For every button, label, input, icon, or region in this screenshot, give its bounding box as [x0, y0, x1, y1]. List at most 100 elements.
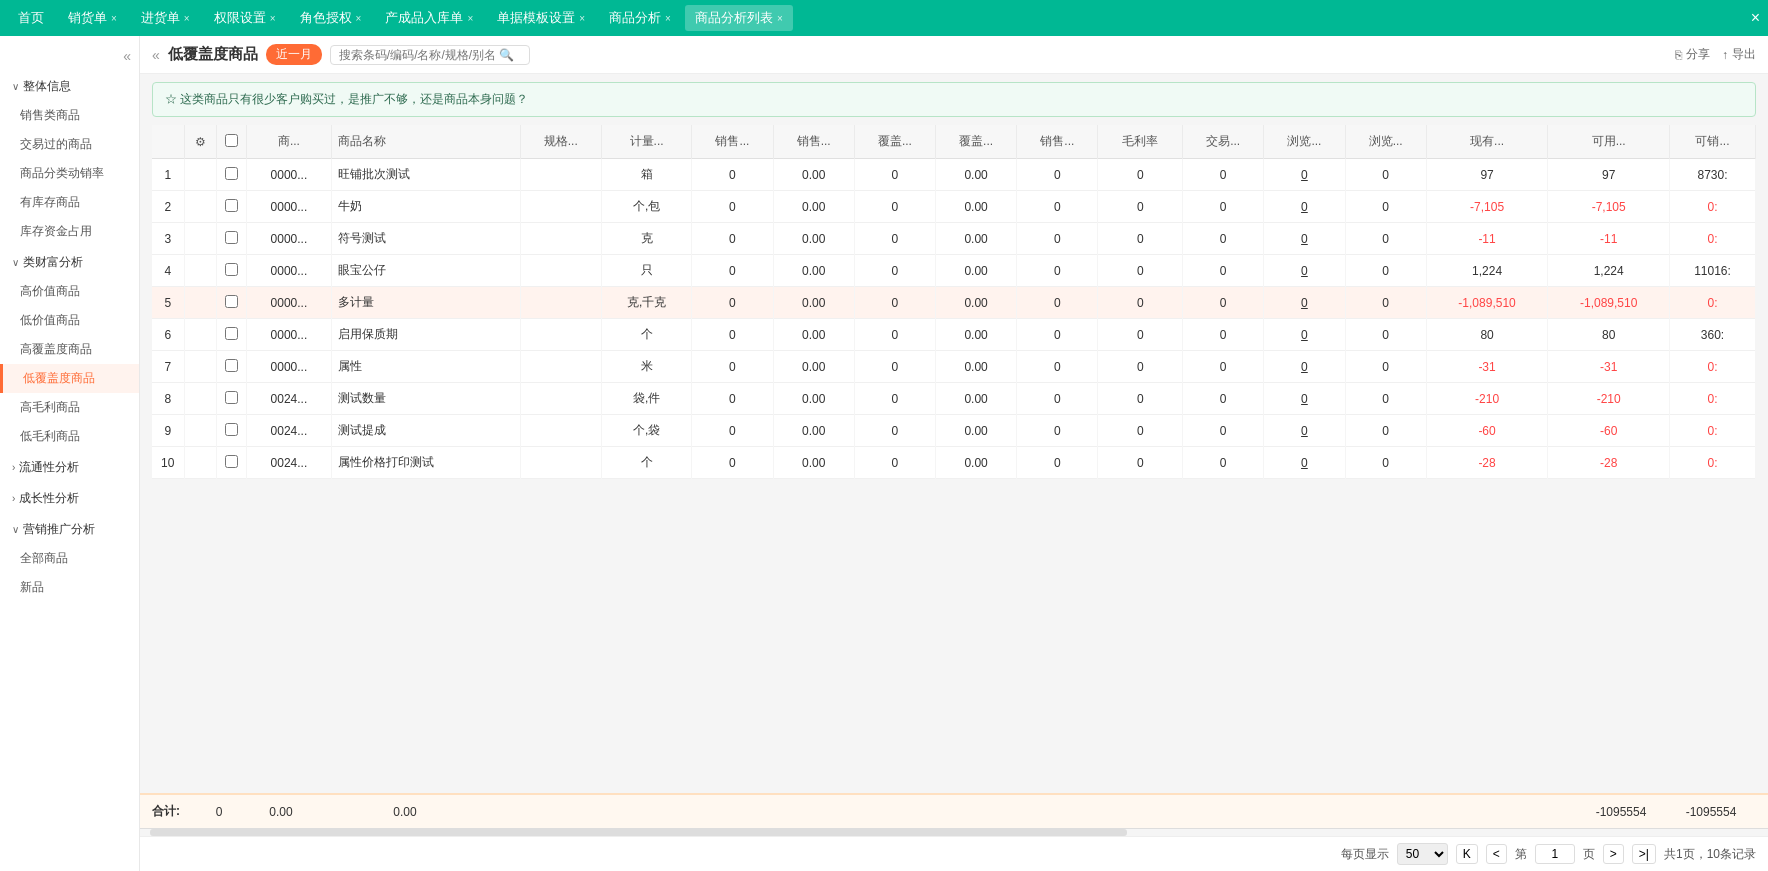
row-current: -210 [1426, 383, 1548, 415]
row-sales-qty: 0 [692, 159, 773, 191]
row-sales-qty: 0 [692, 351, 773, 383]
page-title: 低覆盖度商品 [168, 45, 258, 64]
select-all-checkbox[interactable] [225, 134, 238, 147]
sidebar-group-overall-header[interactable]: ∨ 整体信息 [0, 72, 139, 101]
row-settings [184, 287, 216, 319]
first-page-button[interactable]: K [1456, 844, 1478, 864]
info-text: ☆ 这类商品只有很少客户购买过，是推广不够，还是商品本身问题？ [165, 91, 528, 108]
row-checkbox[interactable] [216, 319, 246, 351]
sidebar-item-stock-capital[interactable]: 库存资金占用 [0, 217, 139, 246]
search-input[interactable] [339, 48, 499, 62]
search-box[interactable]: 🔍 [330, 45, 530, 65]
nav-close-sales[interactable]: × [111, 13, 117, 24]
sidebar-item-high-value[interactable]: 高价值商品 [0, 277, 139, 306]
row-trade: 0 [1183, 351, 1264, 383]
col-header-available: 可用... [1548, 125, 1670, 159]
window-close-button[interactable]: × [1751, 9, 1760, 27]
nav-home[interactable]: 首页 [8, 5, 54, 31]
last-page-button[interactable]: >| [1632, 844, 1656, 864]
row-checkbox[interactable] [216, 383, 246, 415]
row-checkbox[interactable] [216, 223, 246, 255]
row-available: -1,089,510 [1548, 287, 1670, 319]
checkbox-column-header[interactable] [216, 125, 246, 159]
nav-close-goods-analysis[interactable]: × [665, 13, 671, 24]
prev-page-button[interactable]: < [1486, 844, 1507, 864]
nav-sales-order[interactable]: 销货单 × [58, 5, 127, 31]
nav-template[interactable]: 单据模板设置 × [487, 5, 595, 31]
nav-close-finished[interactable]: × [467, 13, 473, 24]
row-sales3: 0 [1017, 319, 1098, 351]
settings-column-header[interactable]: ⚙ [184, 125, 216, 159]
row-checkbox[interactable] [216, 351, 246, 383]
share-button[interactable]: ⎘ 分享 [1675, 46, 1710, 63]
row-available: -11 [1548, 223, 1670, 255]
sidebar-item-stock-goods[interactable]: 有库存商品 [0, 188, 139, 217]
row-view1[interactable]: 0 [1264, 447, 1345, 479]
pagination-row: 每页显示 50 100 200 K < 第 页 > >| 共1页，10条记录 [140, 836, 1768, 871]
export-button[interactable]: ↑ 导出 [1722, 46, 1756, 63]
nav-close-purchase[interactable]: × [184, 13, 190, 24]
nav-finished-goods[interactable]: 产成品入库单 × [375, 5, 483, 31]
col-header-cover1: 覆盖... [854, 125, 935, 159]
nav-close-permission[interactable]: × [270, 13, 276, 24]
row-name: 测试提成 [332, 415, 520, 447]
sidebar-toggle-icon[interactable]: « [152, 47, 160, 63]
nav-close-role[interactable]: × [356, 13, 362, 24]
row-sales3: 0 [1017, 223, 1098, 255]
row-view1[interactable]: 0 [1264, 319, 1345, 351]
sidebar-group-marketing-header[interactable]: ∨ 营销推广分析 [0, 515, 139, 544]
row-cover1: 0 [854, 287, 935, 319]
row-view1[interactable]: 0 [1264, 255, 1345, 287]
row-checkbox[interactable] [216, 287, 246, 319]
sidebar-item-sales-goods[interactable]: 销售类商品 [0, 101, 139, 130]
sidebar-item-all-goods[interactable]: 全部商品 [0, 544, 139, 573]
arrow-icon: ∨ [12, 524, 19, 535]
row-checkbox[interactable] [216, 159, 246, 191]
nav-role-auth[interactable]: 角色授权 × [290, 5, 372, 31]
row-view2: 0 [1345, 223, 1426, 255]
row-cover2: 0.00 [936, 191, 1017, 223]
sidebar-collapse-button[interactable]: « [123, 48, 131, 64]
nav-goods-analysis[interactable]: 商品分析 × [599, 5, 681, 31]
sidebar-item-high-gross[interactable]: 高毛利商品 [0, 393, 139, 422]
nav-purchase-order[interactable]: 进货单 × [131, 5, 200, 31]
row-current: -60 [1426, 415, 1548, 447]
row-checkbox[interactable] [216, 191, 246, 223]
sidebar-item-low-gross[interactable]: 低毛利商品 [0, 422, 139, 451]
period-button[interactable]: 近一月 [266, 44, 322, 65]
row-view1[interactable]: 0 [1264, 191, 1345, 223]
sidebar-item-high-coverage[interactable]: 高覆盖度商品 [0, 335, 139, 364]
row-num: 9 [152, 415, 184, 447]
sidebar-item-traded-goods[interactable]: 交易过的商品 [0, 130, 139, 159]
row-sales-amt: 0.00 [773, 415, 854, 447]
page-label: 第 [1515, 846, 1527, 863]
row-view1[interactable]: 0 [1264, 415, 1345, 447]
sidebar-item-low-coverage[interactable]: 低覆盖度商品 [0, 364, 139, 393]
row-checkbox[interactable] [216, 415, 246, 447]
sidebar-group-circulation-header[interactable]: › 流通性分析 [0, 453, 139, 482]
nav-goods-analysis-list[interactable]: 商品分析列表 × [685, 5, 793, 31]
row-num: 10 [152, 447, 184, 479]
row-cover1: 0 [854, 415, 935, 447]
row-checkbox[interactable] [216, 447, 246, 479]
row-checkbox[interactable] [216, 255, 246, 287]
page-number-input[interactable] [1535, 844, 1575, 864]
sidebar-item-low-value[interactable]: 低价值商品 [0, 306, 139, 335]
next-page-button[interactable]: > [1603, 844, 1624, 864]
sidebar-group-wealth-header[interactable]: ∨ 类财富分析 [0, 248, 139, 277]
nav-close-template[interactable]: × [579, 13, 585, 24]
sidebar-item-category-rate[interactable]: 商品分类动销率 [0, 159, 139, 188]
row-view1[interactable]: 0 [1264, 351, 1345, 383]
nav-permission[interactable]: 权限设置 × [204, 5, 286, 31]
page-size-select[interactable]: 50 100 200 [1397, 843, 1448, 865]
sidebar-group-growth-header[interactable]: › 成长性分析 [0, 484, 139, 513]
nav-close-goods-list[interactable]: × [777, 13, 783, 24]
row-trade: 0 [1183, 159, 1264, 191]
footer-sales-qty: 0 [188, 805, 250, 819]
row-view1[interactable]: 0 [1264, 287, 1345, 319]
row-sales-amt: 0.00 [773, 383, 854, 415]
row-view1[interactable]: 0 [1264, 383, 1345, 415]
row-view1[interactable]: 0 [1264, 159, 1345, 191]
sidebar-item-new-goods[interactable]: 新品 [0, 573, 139, 602]
row-view1[interactable]: 0 [1264, 223, 1345, 255]
